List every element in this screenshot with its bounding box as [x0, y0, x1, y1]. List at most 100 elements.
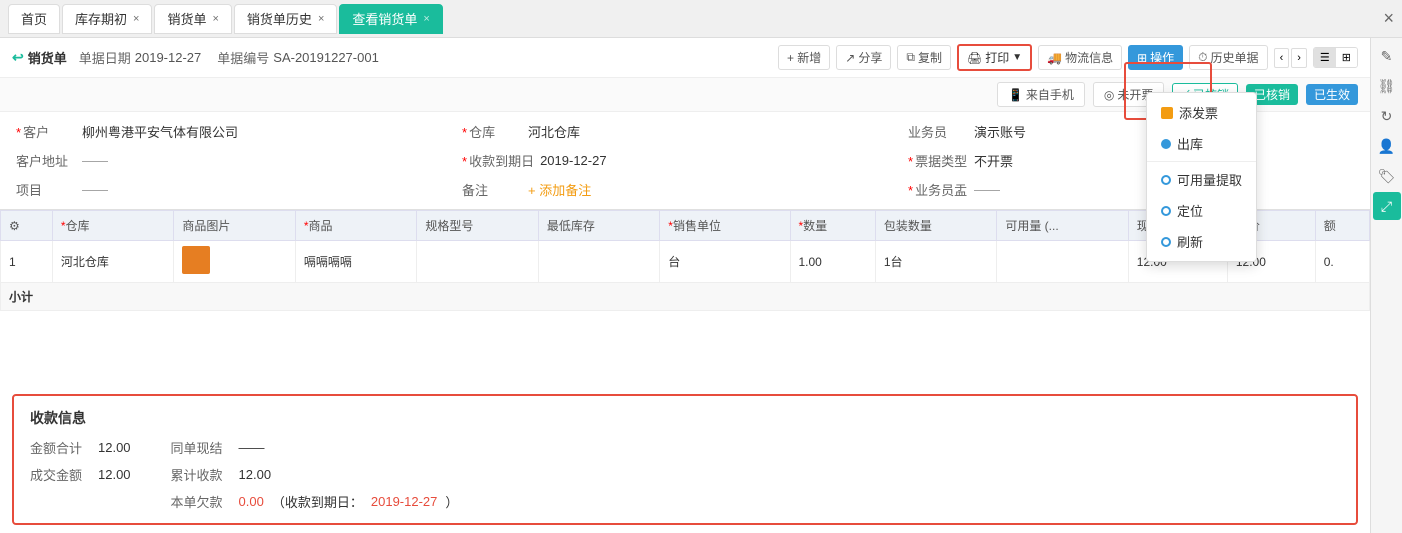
- sales-staff-field: 业务员盂 ——: [908, 180, 1354, 199]
- date-field: 单据日期 2019-12-27: [79, 48, 202, 67]
- close-inventory-init-tab[interactable]: ×: [133, 13, 139, 25]
- cell-warehouse: 河北仓库: [52, 241, 173, 283]
- available-qty-item[interactable]: 可用量提取: [1147, 164, 1256, 195]
- payment-panel: 收款信息 金额合计 12.00 成交金额 12.00 同单现结 ——: [12, 394, 1358, 525]
- doc-type-icon: ↩: [12, 49, 24, 66]
- share-button[interactable]: ↗ 分享: [836, 45, 891, 70]
- grid-icon: ⊞: [1137, 51, 1147, 65]
- mobile-icon: 📱: [1008, 88, 1023, 102]
- customer-field: 客户 柳州粤港平安气体有限公司: [16, 122, 462, 141]
- subtotal-row: 小计: [1, 283, 1370, 311]
- list-view-btn[interactable]: ☰: [1314, 48, 1336, 67]
- add-invoice-item[interactable]: 添发票: [1147, 97, 1256, 128]
- col-min-stock: 最低库存: [538, 211, 659, 241]
- col-available: 可用量 (...: [997, 211, 1128, 241]
- dropdown-divider: [1147, 161, 1256, 162]
- col-settings[interactable]: ⚙: [1, 211, 53, 241]
- locate-item[interactable]: 定位: [1147, 195, 1256, 226]
- ticket-icon: ◎: [1104, 88, 1114, 102]
- same-order-settlement-field: 同单现结 ——: [171, 438, 459, 457]
- cumulative-payment-field: 累计收款 12.00: [171, 465, 459, 484]
- sidebar-tag-icon[interactable]: 🏷: [1373, 162, 1401, 190]
- refresh-item[interactable]: 刷新: [1147, 226, 1256, 257]
- sidebar-link-icon[interactable]: ⛓: [1373, 72, 1401, 100]
- cell-min-stock: [538, 241, 659, 283]
- header-actions: + 新增 ↗ 分享 ⧉ 复制 🖨 打印 ▼ 🚚 物流信息: [778, 44, 1358, 71]
- note-field: 备注 + 添加备注: [462, 180, 908, 199]
- locate-icon: [1161, 206, 1171, 216]
- payment-title: 收款信息: [30, 408, 1340, 428]
- staff-field: 业务员 演示账号: [908, 122, 1354, 141]
- add-invoice-icon: [1161, 107, 1173, 119]
- cell-available: [997, 241, 1128, 283]
- payment-date-field: 收款到期日 2019-12-27: [462, 151, 908, 170]
- payment-grid: 金额合计 12.00 成交金额 12.00 同单现结 —— 累计收款: [30, 438, 1340, 511]
- tab-inventory-init[interactable]: 库存期初 ×: [62, 4, 152, 34]
- doc-type-text: 销货单: [28, 48, 67, 67]
- view-toggle: ☰ ⊞: [1313, 47, 1358, 68]
- copy-icon: ⧉: [906, 50, 915, 65]
- window-close-btn[interactable]: ×: [1383, 8, 1394, 29]
- payment-right-col: 同单现结 —— 累计收款 12.00 本单欠款 0.00 （收款到期日： 201…: [171, 438, 459, 511]
- next-btn[interactable]: ›: [1291, 48, 1307, 68]
- project-field: 项目 ——: [16, 180, 462, 199]
- tab-view-sales[interactable]: 查看销货单 ×: [339, 4, 442, 34]
- history-icon: ⏱: [1198, 50, 1207, 65]
- print-dropdown-icon: ▼: [1012, 52, 1022, 63]
- cell-qty: 1.00: [790, 241, 875, 283]
- number-field: 单据编号 SA-20191227-001: [217, 48, 379, 67]
- deal-amount-field: 成交金额 12.00: [30, 465, 131, 484]
- cell-product: 嗝嗝嗝嗝: [295, 241, 416, 283]
- tab-sales-order[interactable]: 销货单 ×: [154, 4, 231, 34]
- history-button[interactable]: ⏱ 历史单据: [1189, 45, 1267, 70]
- tab-sales-history[interactable]: 销货单历史 ×: [234, 4, 337, 34]
- add-note-btn[interactable]: + 添加备注: [528, 180, 591, 199]
- logistics-button[interactable]: 🚚 物流信息: [1038, 45, 1122, 70]
- operations-button[interactable]: ⊞ 操作: [1128, 45, 1183, 70]
- nav-arrows: ‹ ›: [1274, 48, 1307, 68]
- sidebar-user-icon[interactable]: 👤: [1373, 132, 1401, 160]
- sidebar-rotate-icon[interactable]: ↻: [1373, 102, 1401, 130]
- outbound-icon: [1161, 139, 1171, 149]
- ticket-type-field: 票据类型 不开票: [908, 151, 1354, 170]
- print-button[interactable]: 🖨 打印 ▼: [957, 44, 1032, 71]
- prev-btn[interactable]: ‹: [1274, 48, 1290, 68]
- available-qty-icon: [1161, 175, 1171, 185]
- outbound-item[interactable]: 出库: [1147, 128, 1256, 159]
- effective-badge: 已生效: [1306, 84, 1358, 105]
- right-sidebar: ✎ ⛓ ↻ 👤 🏷 ⤢: [1370, 38, 1402, 533]
- header-bar: ↩ 销货单 单据日期 2019-12-27 单据编号 SA-20191227-0…: [0, 38, 1370, 78]
- col-sales-unit: *销售单位: [660, 211, 790, 241]
- add-button[interactable]: + 新增: [778, 45, 830, 70]
- close-sales-history-tab[interactable]: ×: [318, 13, 324, 25]
- col-pack-qty: 包装数量: [875, 211, 996, 241]
- col-amount: 额: [1315, 211, 1369, 241]
- cell-sales-unit: 台: [660, 241, 790, 283]
- col-qty: *数量: [790, 211, 875, 241]
- total-amount-field: 金额合计 12.00: [30, 438, 131, 457]
- share-icon: ↗: [845, 51, 855, 65]
- from-mobile-btn[interactable]: 📱 来自手机: [997, 82, 1085, 107]
- col-product: *商品: [295, 211, 416, 241]
- address-field: 客户地址 ——: [16, 151, 462, 170]
- doc-type-label: ↩ 销货单: [12, 48, 67, 67]
- outstanding-field: 本单欠款 0.00 （收款到期日： 2019-12-27 ）: [171, 492, 459, 511]
- tab-bar: 首页 库存期初 × 销货单 × 销货单历史 × 查看销货单 × ×: [0, 0, 1402, 38]
- sidebar-expand-icon[interactable]: ⤢: [1373, 192, 1401, 220]
- doc-info: 单据日期 2019-12-27 单据编号 SA-20191227-001: [79, 48, 379, 67]
- truck-icon: 🚚: [1047, 51, 1062, 65]
- product-image: [182, 246, 210, 274]
- close-view-sales-tab[interactable]: ×: [423, 13, 429, 25]
- cell-amount: 0.: [1315, 241, 1369, 283]
- cell-product-img: [174, 241, 295, 283]
- sidebar-edit-icon[interactable]: ✎: [1373, 42, 1401, 70]
- col-warehouse: *仓库: [52, 211, 173, 241]
- col-product-img: 商品图片: [174, 211, 295, 241]
- copy-button[interactable]: ⧉ 复制: [897, 45, 951, 70]
- cell-row-num: 1: [1, 241, 53, 283]
- grid-view-btn[interactable]: ⊞: [1336, 48, 1357, 67]
- warehouse-field: 仓库 河北仓库: [462, 122, 908, 141]
- close-sales-order-tab[interactable]: ×: [212, 13, 218, 25]
- tab-home[interactable]: 首页: [8, 4, 60, 34]
- print-icon: 🖨: [967, 51, 982, 65]
